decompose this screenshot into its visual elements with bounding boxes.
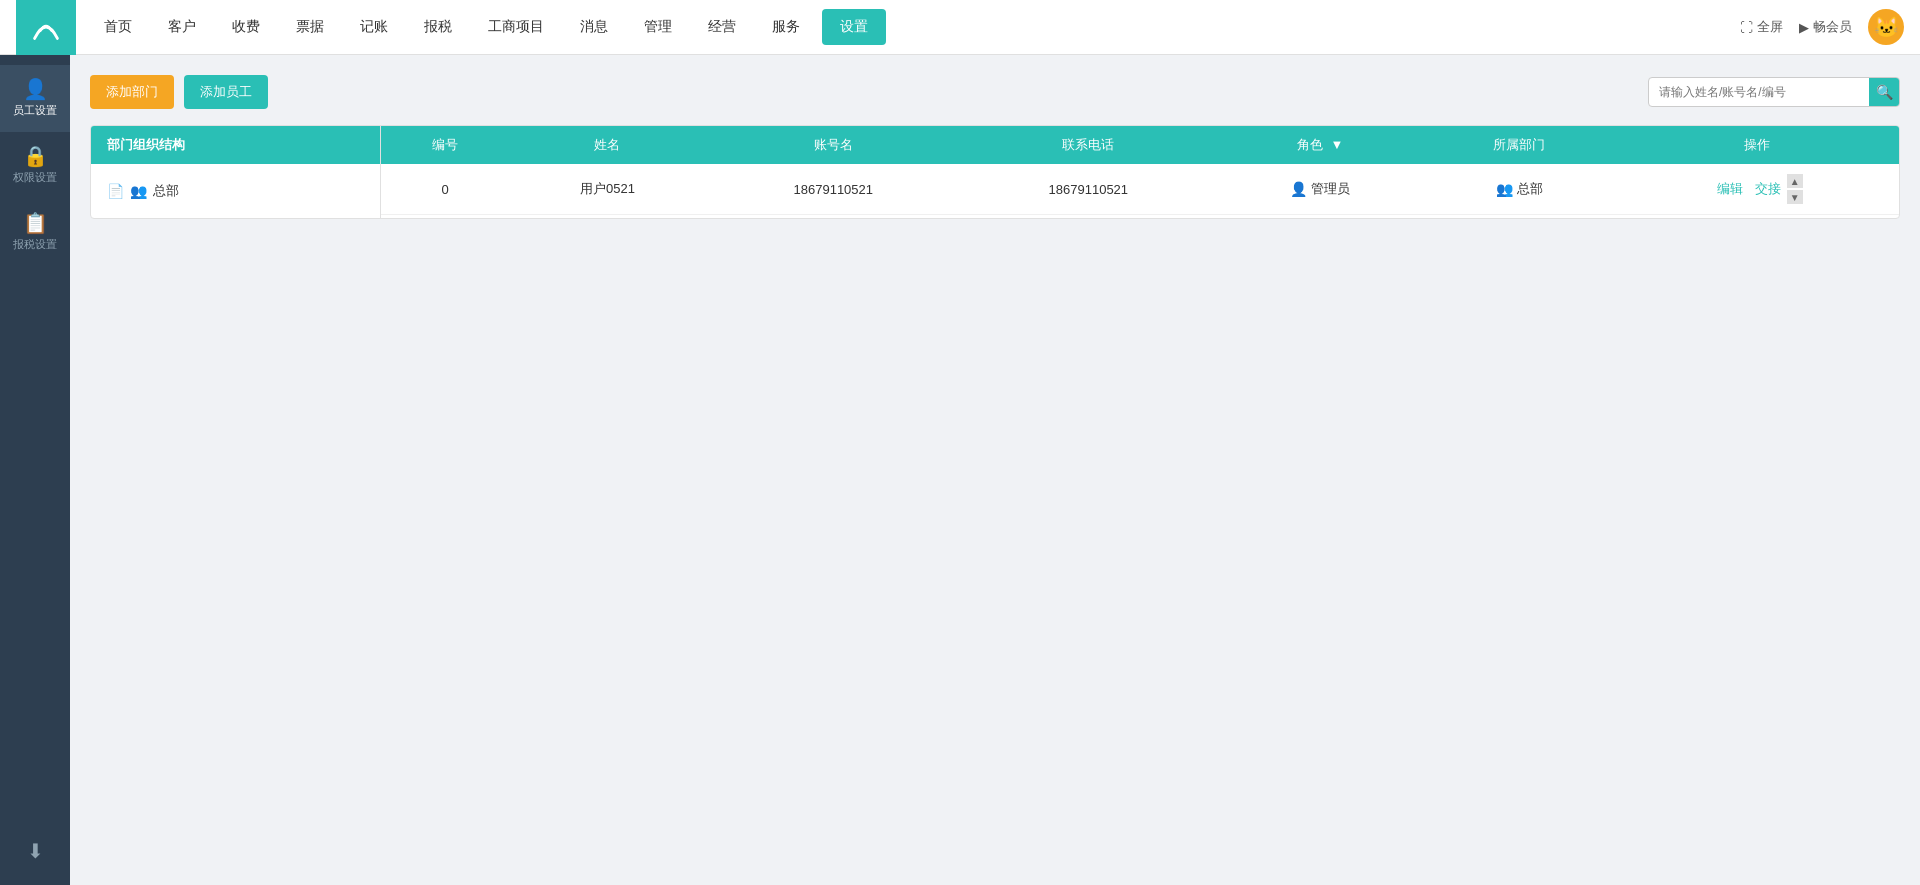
dept-tree-header: 部门组织结构 [91, 126, 380, 164]
cell-name: 用户0521 [509, 164, 706, 215]
dept-tree: 部门组织结构 📄 👥 总部 [91, 126, 381, 218]
search-button[interactable]: 🔍 [1869, 77, 1899, 107]
col-name: 姓名 [509, 126, 706, 164]
logo [16, 0, 76, 55]
cell-role: 👤 管理员 [1216, 164, 1425, 215]
nav-item-tax[interactable]: 报税 [406, 0, 470, 55]
sidebar-download-button[interactable]: ⬇ [0, 827, 70, 875]
tax-settings-icon: 📋 [23, 213, 48, 233]
nav-item-bookkeeping[interactable]: 记账 [342, 0, 406, 55]
transfer-link[interactable]: 交接 [1755, 180, 1781, 198]
nav-item-customer[interactable]: 客户 [150, 0, 214, 55]
nav-right: ⛶ 全屏 ▶ 畅会员 🐱 [1740, 9, 1904, 45]
col-action: 操作 [1614, 126, 1899, 164]
role-user-icon: 👤 [1290, 181, 1307, 197]
cell-account: 18679110521 [706, 164, 961, 215]
video-icon: ▶ [1799, 20, 1809, 35]
fullscreen-label: 全屏 [1757, 18, 1783, 36]
add-staff-button[interactable]: 添加员工 [184, 75, 268, 109]
sidebar-label-employee: 员工设置 [13, 103, 57, 118]
avatar[interactable]: 🐱 [1868, 9, 1904, 45]
scroll-up-button[interactable]: ▲ [1787, 174, 1803, 188]
main-layout: 👤 员工设置 🔒 权限设置 📋 报税设置 ⬇ 添加部门 添加员工 🔍 [0, 55, 1920, 885]
edit-link[interactable]: 编辑 [1717, 180, 1743, 198]
sidebar-item-tax-settings[interactable]: 📋 报税设置 [0, 199, 70, 266]
top-navigation: 首页 客户 收费 票据 记账 报税 工商项目 消息 管理 经营 服务 设置 ⛶ … [0, 0, 1920, 55]
dept-name: 总部 [153, 182, 179, 200]
sidebar-label-permission: 权限设置 [13, 170, 57, 185]
nav-item-business[interactable]: 工商项目 [470, 0, 562, 55]
sidebar-label-tax: 报税设置 [13, 237, 57, 252]
employee-table: 编号 姓名 账号名 联系电话 角色 ▼ 所属部门 操作 [381, 126, 1899, 215]
nav-item-fee[interactable]: 收费 [214, 0, 278, 55]
main-panel: 部门组织结构 📄 👥 总部 编号 姓名 账号名 [90, 125, 1900, 219]
search-icon: 🔍 [1876, 84, 1893, 100]
filter-icon[interactable]: ▼ [1331, 137, 1344, 152]
nav-item-manage[interactable]: 管理 [626, 0, 690, 55]
content-area: 添加部门 添加员工 🔍 部门组织结构 📄 👥 总部 [70, 55, 1920, 885]
col-phone: 联系电话 [961, 126, 1216, 164]
permission-icon: 🔒 [23, 146, 48, 166]
col-role: 角色 ▼ [1216, 126, 1425, 164]
dept-item-root[interactable]: 📄 👥 总部 [107, 176, 364, 206]
search-box: 🔍 [1648, 77, 1900, 107]
nav-item-home[interactable]: 首页 [86, 0, 150, 55]
fullscreen-button[interactable]: ⛶ 全屏 [1740, 18, 1783, 36]
cell-id: 0 [381, 164, 509, 215]
table-row: 0 用户0521 18679110521 18679110521 👤 管理员 [381, 164, 1899, 215]
col-id: 编号 [381, 126, 509, 164]
member-button[interactable]: ▶ 畅会员 [1799, 18, 1852, 36]
nav-item-service[interactable]: 服务 [754, 0, 818, 55]
row-scroll-arrows: ▲ ▼ [1787, 174, 1803, 204]
cell-phone: 18679110521 [961, 164, 1216, 215]
file-icon: 📄 [107, 183, 124, 199]
cell-action: 编辑 交接 ▲ ▼ [1614, 164, 1899, 214]
toolbar: 添加部门 添加员工 🔍 [90, 75, 1900, 109]
role-label: 管理员 [1311, 180, 1350, 198]
dept-label: 总部 [1517, 180, 1543, 198]
cell-dept: 👥 总部 [1425, 164, 1615, 215]
fullscreen-icon: ⛶ [1740, 20, 1753, 35]
table-header-row: 编号 姓名 账号名 联系电话 角色 ▼ 所属部门 操作 [381, 126, 1899, 164]
dept-cell-icon: 👥 [1496, 181, 1513, 197]
add-dept-button[interactable]: 添加部门 [90, 75, 174, 109]
nav-item-operation[interactable]: 经营 [690, 0, 754, 55]
member-label: 畅会员 [1813, 18, 1852, 36]
search-input[interactable] [1649, 85, 1869, 99]
nav-items: 首页 客户 收费 票据 记账 报税 工商项目 消息 管理 经营 服务 设置 [86, 0, 1740, 55]
nav-item-settings[interactable]: 设置 [822, 9, 886, 45]
staff-table: 编号 姓名 账号名 联系电话 角色 ▼ 所属部门 操作 [381, 126, 1899, 218]
scroll-down-button[interactable]: ▼ [1787, 190, 1803, 204]
sidebar: 👤 员工设置 🔒 权限设置 📋 报税设置 ⬇ [0, 55, 70, 885]
sidebar-item-employee[interactable]: 👤 员工设置 [0, 65, 70, 132]
dept-user-icon: 👥 [130, 183, 147, 199]
dept-tree-body: 📄 👥 总部 [91, 164, 380, 218]
download-icon: ⬇ [27, 841, 44, 861]
nav-item-message[interactable]: 消息 [562, 0, 626, 55]
nav-item-invoice[interactable]: 票据 [278, 0, 342, 55]
sidebar-item-permission[interactable]: 🔒 权限设置 [0, 132, 70, 199]
employee-icon: 👤 [23, 79, 48, 99]
col-account: 账号名 [706, 126, 961, 164]
col-dept: 所属部门 [1425, 126, 1615, 164]
sidebar-bottom: ⬇ [0, 827, 70, 885]
